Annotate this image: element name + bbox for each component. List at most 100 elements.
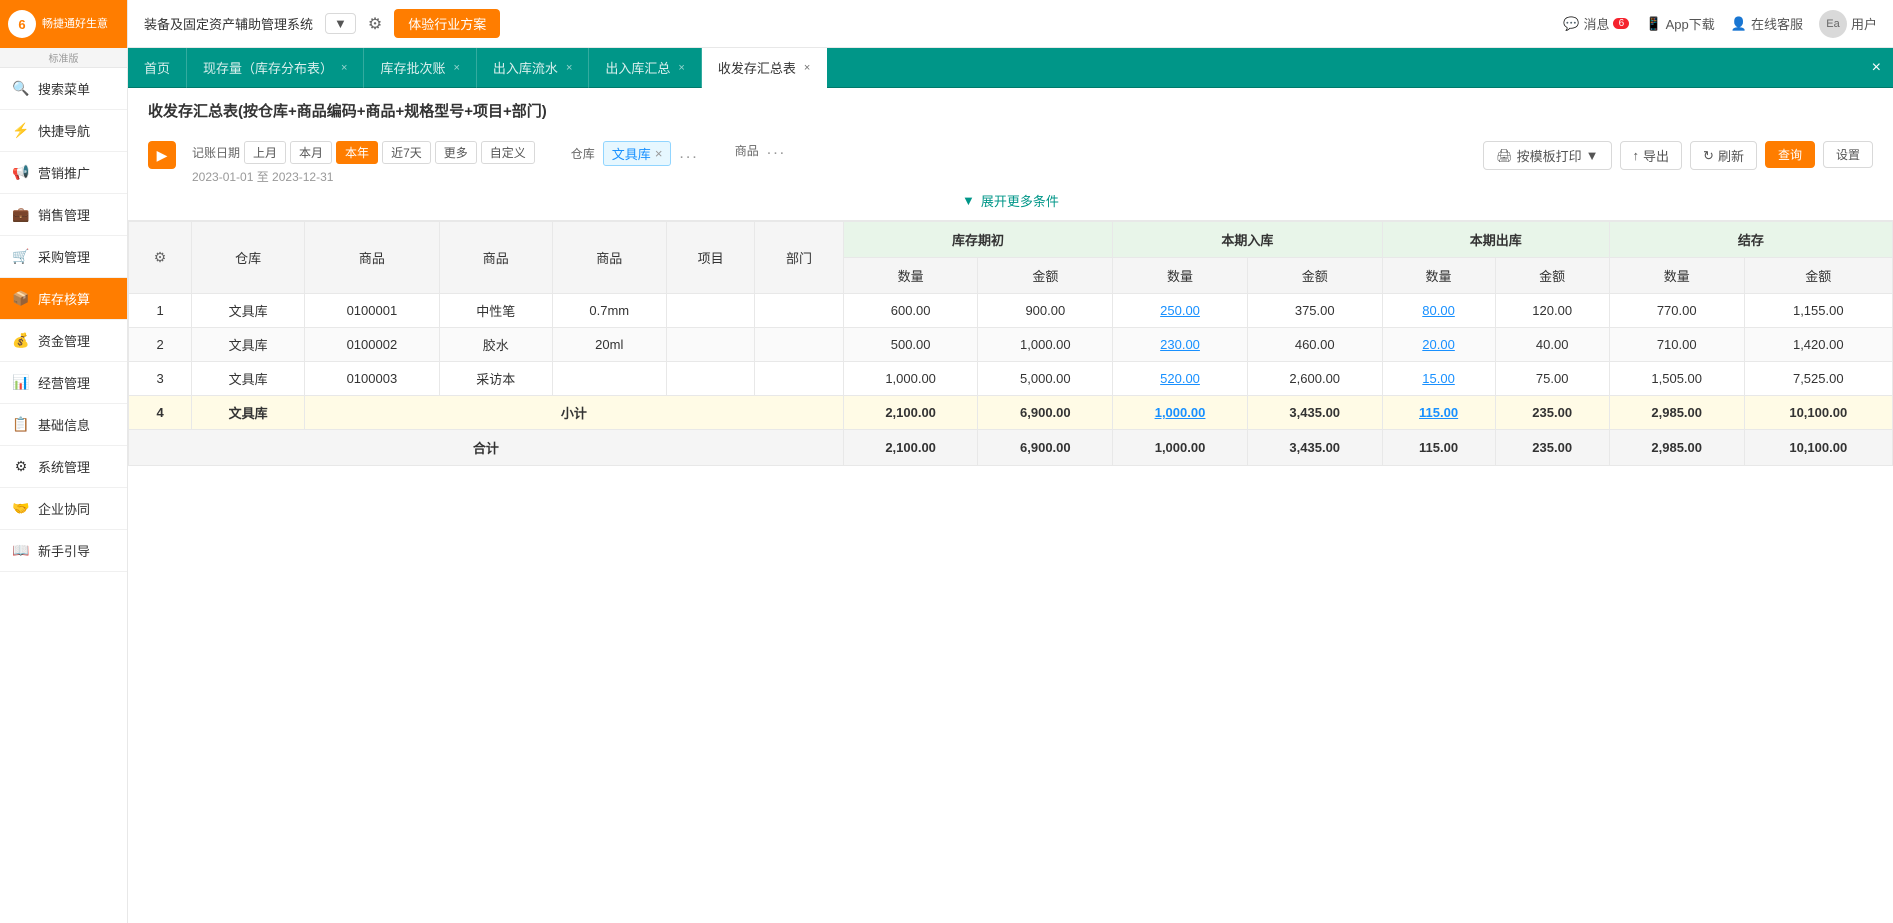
warehouse-tag: 文具库 × — [603, 141, 672, 166]
row-warehouse: 文具库 — [192, 328, 305, 362]
col-project-header: 项目 — [666, 222, 754, 294]
sidebar-item-management[interactable]: 📊 经营管理 — [0, 362, 127, 404]
messages-label: 消息 — [1583, 14, 1609, 33]
sidebar-item-quick-nav[interactable]: ⚡ 快捷导航 — [0, 110, 127, 152]
row-code: 0100003 — [305, 362, 440, 396]
warehouse-tag-close[interactable]: × — [655, 146, 663, 161]
col-group-closing: 结存 — [1609, 222, 1892, 258]
date-btn-more[interactable]: 更多 — [435, 141, 477, 164]
row-warehouse: 文具库 — [192, 294, 305, 328]
subtotal-in-qty-link[interactable]: 1,000.00 — [1155, 405, 1206, 420]
row-name: 采访本 — [439, 362, 552, 396]
tabbar: 首页 现存量（库存分布表） × 库存批次账 × 出入库流水 × 出入库汇总 × … — [128, 48, 1893, 88]
sidebar-item-sales[interactable]: 💼 销售管理 — [0, 194, 127, 236]
col-settings-header: ⚙ — [129, 222, 192, 294]
refresh-icon: ↻ — [1703, 148, 1714, 164]
subtotal-out-amt: 235.00 — [1495, 396, 1609, 430]
tab-inout-flow[interactable]: 出入库流水 × — [477, 48, 589, 88]
row-warehouse: 文具库 — [192, 362, 305, 396]
tab-close-icon[interactable]: × — [341, 62, 347, 74]
sidebar-item-basic-info[interactable]: 📋 基础信息 — [0, 404, 127, 446]
tab-label: 出入库汇总 — [605, 58, 670, 77]
sidebar-item-purchase[interactable]: 🛒 采购管理 — [0, 236, 127, 278]
filter-expand-row[interactable]: ▼ 展开更多条件 — [148, 185, 1873, 210]
date-btn-last-month[interactable]: 上月 — [244, 141, 286, 164]
col-group-opening: 库存期初 — [843, 222, 1112, 258]
system-dropdown[interactable]: ▼ — [325, 13, 356, 34]
tabbar-close-button[interactable]: × — [1860, 59, 1893, 77]
tab-stock-summary[interactable]: 收发存汇总表 × — [702, 48, 827, 88]
tab-close-icon[interactable]: × — [804, 62, 810, 74]
main-content: 装备及固定资产辅助管理系统 ▼ ⚙ 体验行业方案 💬 消息 6 📱 App下载 … — [128, 0, 1893, 923]
row-project — [666, 362, 754, 396]
out-qty-link[interactable]: 20.00 — [1422, 337, 1455, 352]
app-download-button[interactable]: 📱 App下载 — [1645, 14, 1714, 33]
closing-amt-header: 金额 — [1744, 258, 1892, 294]
query-button[interactable]: 查询 — [1765, 141, 1815, 168]
date-btn-custom[interactable]: 自定义 — [481, 141, 535, 164]
online-service-button[interactable]: 👤 在线客服 — [1731, 14, 1803, 33]
sidebar-item-inventory[interactable]: 📦 库存核算 — [0, 278, 127, 320]
out-qty-link[interactable]: 15.00 — [1422, 371, 1455, 386]
refresh-button[interactable]: ↻ 刷新 — [1690, 141, 1757, 170]
sidebar-item-label: 快捷导航 — [38, 121, 90, 140]
gear-icon: ⚙ — [12, 458, 30, 475]
goods-ellipsis[interactable]: ... — [767, 141, 786, 159]
tab-batch-ledger[interactable]: 库存批次账 × — [364, 48, 476, 88]
messages-button[interactable]: 💬 消息 6 — [1563, 14, 1629, 33]
col-code-header: 商品 — [305, 222, 440, 294]
settings-icon[interactable]: ⚙ — [368, 14, 382, 34]
row-in-qty: 250.00 — [1113, 294, 1248, 328]
trial-button[interactable]: 体验行业方案 — [394, 9, 500, 38]
sidebar-item-system[interactable]: ⚙ 系统管理 — [0, 446, 127, 488]
subtotal-out-qty: 115.00 — [1382, 396, 1495, 430]
in-qty-link[interactable]: 520.00 — [1160, 371, 1200, 386]
filter-expand-button[interactable]: ▶ — [148, 141, 176, 169]
goods-filter: 商品 ... — [735, 141, 786, 159]
sidebar-item-enterprise[interactable]: 🤝 企业协同 — [0, 488, 127, 530]
row-project — [666, 294, 754, 328]
subtotal-in-qty: 1,000.00 — [1113, 396, 1248, 430]
subtotal-label: 小计 — [305, 396, 844, 430]
message-icon: 💬 — [1563, 16, 1579, 32]
in-qty-link[interactable]: 230.00 — [1160, 337, 1200, 352]
date-filter-group: 记账日期 上月 本月 本年 近7天 更多 自定义 — [192, 141, 535, 164]
col-spec-header: 商品 — [552, 222, 666, 294]
date-btn-this-month[interactable]: 本月 — [290, 141, 332, 164]
date-btn-this-year[interactable]: 本年 — [336, 141, 378, 164]
tab-label: 库存批次账 — [380, 58, 445, 77]
sidebar-item-marketing[interactable]: 📢 营销推广 — [0, 152, 127, 194]
sidebar-item-finance[interactable]: 💰 资金管理 — [0, 320, 127, 362]
table-settings-icon[interactable]: ⚙ — [154, 249, 167, 265]
tab-close-icon[interactable]: × — [678, 62, 684, 74]
warehouse-ellipsis[interactable]: ... — [679, 145, 698, 163]
tab-inout-summary[interactable]: 出入库汇总 × — [589, 48, 701, 88]
print-button[interactable]: 🖨 按模板打印 ▼ — [1483, 141, 1611, 170]
avatar: Ea — [1819, 10, 1847, 38]
row-spec: 0.7mm — [552, 294, 666, 328]
row-open-amt: 5,000.00 — [978, 362, 1113, 396]
footer-in-qty: 1,000.00 — [1113, 430, 1248, 466]
tab-home[interactable]: 首页 — [128, 48, 187, 88]
sidebar-item-search[interactable]: 🔍 搜索菜单 — [0, 68, 127, 110]
subtotal-in-amt: 3,435.00 — [1247, 396, 1382, 430]
logo-icon: 6 — [8, 10, 36, 38]
tab-inventory-dist[interactable]: 现存量（库存分布表） × — [187, 48, 364, 88]
table-header-group: ⚙ 仓库 商品 商品 商品 项目 部门 库存期初 本期入库 本期出库 结存 — [129, 222, 1893, 258]
expand-icon: ▼ — [962, 193, 975, 208]
export-button[interactable]: ↑ 导出 — [1620, 141, 1683, 170]
sidebar-item-label: 搜索菜单 — [38, 79, 90, 98]
out-qty-link[interactable]: 80.00 — [1422, 303, 1455, 318]
tab-close-icon[interactable]: × — [566, 62, 572, 74]
in-qty-link[interactable]: 250.00 — [1160, 303, 1200, 318]
sidebar-item-guide[interactable]: 📖 新手引导 — [0, 530, 127, 572]
date-btn-7days[interactable]: 近7天 — [382, 141, 431, 164]
user-menu[interactable]: Ea 用户 — [1819, 10, 1877, 38]
subtotal-out-qty-link[interactable]: 115.00 — [1419, 405, 1458, 420]
tab-close-icon[interactable]: × — [453, 62, 459, 74]
megaphone-icon: 📢 — [12, 164, 30, 181]
row-out-amt: 120.00 — [1495, 294, 1609, 328]
table-settings-button[interactable]: 设置 — [1823, 141, 1873, 168]
lightning-icon: ⚡ — [12, 122, 30, 139]
row-open-qty: 500.00 — [843, 328, 978, 362]
